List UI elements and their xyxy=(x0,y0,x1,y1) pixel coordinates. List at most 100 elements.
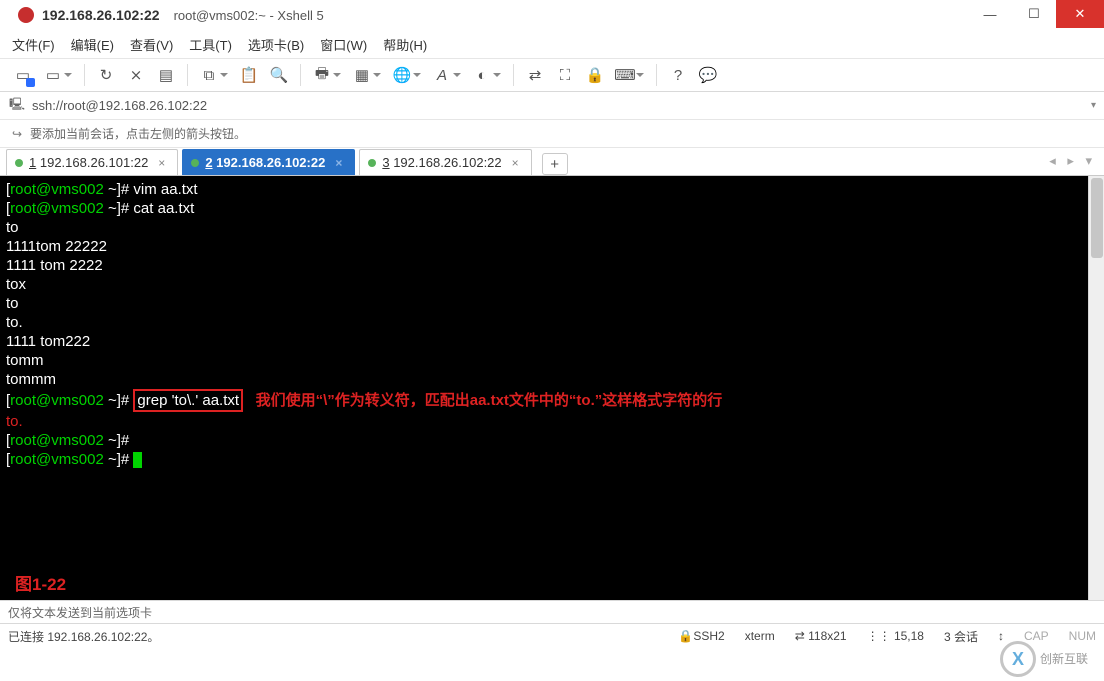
toolbar-separator xyxy=(513,64,514,86)
menu-window[interactable]: 窗口(W) xyxy=(320,35,367,54)
help-icon[interactable]: ? xyxy=(667,64,689,86)
paste-icon[interactable]: 📋 xyxy=(238,64,260,86)
session-tab-1[interactable]: 1 192.168.26.101:22 × xyxy=(6,149,178,175)
terminal-line: to xyxy=(6,218,1082,237)
tab-number: 3 xyxy=(382,155,389,170)
reconnect-icon[interactable]: ↻ xyxy=(95,64,117,86)
maximize-button[interactable]: ☐ xyxy=(1012,0,1056,28)
feedback-icon[interactable]: 💬 xyxy=(697,64,719,86)
menu-tabs[interactable]: 选项卡(B) xyxy=(248,35,304,54)
print-icon[interactable]: 🖶 xyxy=(311,64,333,86)
menu-view[interactable]: 查看(V) xyxy=(130,35,173,54)
status-bar: 已连接 192.168.26.102:22。 🔒 SSH2 xterm ⇄ 11… xyxy=(0,624,1104,648)
close-button[interactable]: ✕ xyxy=(1056,0,1104,28)
fullscreen-icon[interactable]: ⛶ xyxy=(554,64,576,86)
menu-tools[interactable]: 工具(T) xyxy=(189,35,232,54)
status-connection: 已连接 192.168.26.102:22。 xyxy=(8,628,159,645)
address-bar[interactable]: 🖳 ssh://root@192.168.26.102:22 ▾ xyxy=(0,92,1104,120)
watermark-logo: X 创新互联 xyxy=(1000,639,1100,679)
terminal-line: 1111 tom222 xyxy=(6,332,1082,351)
menu-bar: 文件(F) 编辑(E) 查看(V) 工具(T) 选项卡(B) 窗口(W) 帮助(… xyxy=(0,30,1104,58)
status-dot-icon xyxy=(368,159,376,167)
language-icon[interactable]: 🌐 xyxy=(391,64,413,86)
session-tab-3[interactable]: 3 192.168.26.102:22 × xyxy=(359,149,531,175)
new-session-icon[interactable]: ▭ xyxy=(12,64,34,86)
lock-icon[interactable]: 🔒 xyxy=(584,64,606,86)
terminal-line: tomm xyxy=(6,351,1082,370)
terminal-cursor xyxy=(133,452,142,468)
terminal-line: tox xyxy=(6,275,1082,294)
terminal-line: 1111tom 22222 xyxy=(6,237,1082,256)
title-bar: 192.168.26.102:22 root@vms002:~ - Xshell… xyxy=(0,0,1104,30)
terminal-line: [root@vms002 ~]# vim aa.txt xyxy=(6,180,1082,199)
terminal-container: [root@vms002 ~]# vim aa.txt [root@vms002… xyxy=(0,176,1104,600)
layout-icon[interactable]: ▦ xyxy=(351,64,373,86)
menu-edit[interactable]: 编辑(E) xyxy=(71,35,114,54)
status-ssh: 🔒 SSH2 xyxy=(678,629,724,643)
keyboard-icon[interactable]: ⌨ xyxy=(614,64,636,86)
scrollbar-thumb[interactable] xyxy=(1091,178,1103,258)
copy-icon[interactable]: ⧉ xyxy=(198,64,220,86)
status-size: ⇄ 118x21 xyxy=(795,629,847,643)
new-tab-button[interactable]: + xyxy=(542,153,568,175)
toolbar: ▭ ▭ ↻ ⨯ ▤ ⧉ 📋 🔍 🖶 ▦ 🌐 A ◐ ⇄ ⛶ 🔒 ⌨ ? 💬 xyxy=(0,58,1104,92)
terminal-line: [root@vms002 ~]# cat aa.txt xyxy=(6,199,1082,218)
annotation-text: 我们使用“\”作为转义符，匹配出aa.txt文件中的“to.”这样格式字符的行 xyxy=(256,392,723,409)
send-bar[interactable]: 仅将文本发送到当前选项卡 xyxy=(0,600,1104,624)
tab-nav-arrows[interactable]: ◂ ▸ ▾ xyxy=(1049,153,1096,169)
window-controls: — ☐ ✕ xyxy=(968,0,1104,28)
properties-icon[interactable]: ▤ xyxy=(155,64,177,86)
toolbar-separator xyxy=(300,64,301,86)
status-dot-icon xyxy=(15,159,23,167)
tab-label: 192.168.26.101:22 xyxy=(40,155,148,170)
highlighted-command: grep 'to\.' aa.txt xyxy=(133,389,243,412)
hint-bar: ↪ 要添加当前会话，点击左侧的箭头按钮。 xyxy=(0,120,1104,148)
address-protocol-icon: 🖳 xyxy=(8,95,26,116)
terminal-line: tommm xyxy=(6,370,1082,389)
terminal-line: to xyxy=(6,294,1082,313)
session-tabs: 1 192.168.26.101:22 × 2 192.168.26.102:2… xyxy=(0,148,1104,176)
terminal-line: [root@vms002 ~]# xyxy=(6,431,1082,450)
figure-label: 图1-22 xyxy=(15,575,66,594)
toolbar-separator xyxy=(187,64,188,86)
send-bar-text: 仅将文本发送到当前选项卡 xyxy=(8,604,152,621)
status-sessions: 3 会话 xyxy=(944,628,978,645)
menu-file[interactable]: 文件(F) xyxy=(12,35,55,54)
tab-close-icon[interactable]: × xyxy=(158,156,165,170)
terminal-output[interactable]: [root@vms002 ~]# vim aa.txt [root@vms002… xyxy=(0,176,1088,600)
status-dot-icon xyxy=(191,159,199,167)
font-icon[interactable]: A xyxy=(431,64,453,86)
menu-help[interactable]: 帮助(H) xyxy=(383,35,427,54)
open-session-icon[interactable]: ▭ xyxy=(42,64,64,86)
tab-label: 192.168.26.102:22 xyxy=(216,155,325,170)
terminal-line: to. xyxy=(6,313,1082,332)
hint-icon[interactable]: ↪ xyxy=(8,127,26,141)
address-url[interactable]: ssh://root@192.168.26.102:22 xyxy=(32,98,1091,113)
transfer-icon[interactable]: ⇄ xyxy=(524,64,546,86)
terminal-scrollbar[interactable] xyxy=(1088,176,1104,600)
toolbar-separator xyxy=(84,64,85,86)
title-host: 192.168.26.102:22 xyxy=(42,7,160,23)
tab-number: 1 xyxy=(29,155,36,170)
terminal-line: [root@vms002 ~]# xyxy=(6,450,1082,469)
toolbar-separator xyxy=(656,64,657,86)
session-tab-2[interactable]: 2 192.168.26.102:22 × xyxy=(182,149,355,175)
terminal-line: 1111 tom 2222 xyxy=(6,256,1082,275)
tab-close-icon[interactable]: × xyxy=(335,156,342,170)
terminal-line: to. xyxy=(6,412,1082,431)
minimize-button[interactable]: — xyxy=(968,0,1012,28)
terminal-line: [root@vms002 ~]# grep 'to\.' aa.txt 我们使用… xyxy=(6,389,1082,412)
address-dropdown-icon[interactable]: ▾ xyxy=(1091,100,1096,111)
find-icon[interactable]: 🔍 xyxy=(268,64,290,86)
watermark-icon: X xyxy=(1000,641,1036,677)
title-rest: root@vms002:~ - Xshell 5 xyxy=(174,8,324,23)
color-icon[interactable]: ◐ xyxy=(471,64,493,86)
tab-number: 2 xyxy=(205,155,212,170)
status-position: ⋮⋮ 15,18 xyxy=(867,629,924,643)
watermark-text: 创新互联 xyxy=(1040,653,1088,665)
hint-text: 要添加当前会话，点击左侧的箭头按钮。 xyxy=(30,125,246,142)
tab-close-icon[interactable]: × xyxy=(512,156,519,170)
tab-label: 192.168.26.102:22 xyxy=(393,155,501,170)
status-term-type: xterm xyxy=(745,629,775,643)
disconnect-icon[interactable]: ⨯ xyxy=(125,64,147,86)
